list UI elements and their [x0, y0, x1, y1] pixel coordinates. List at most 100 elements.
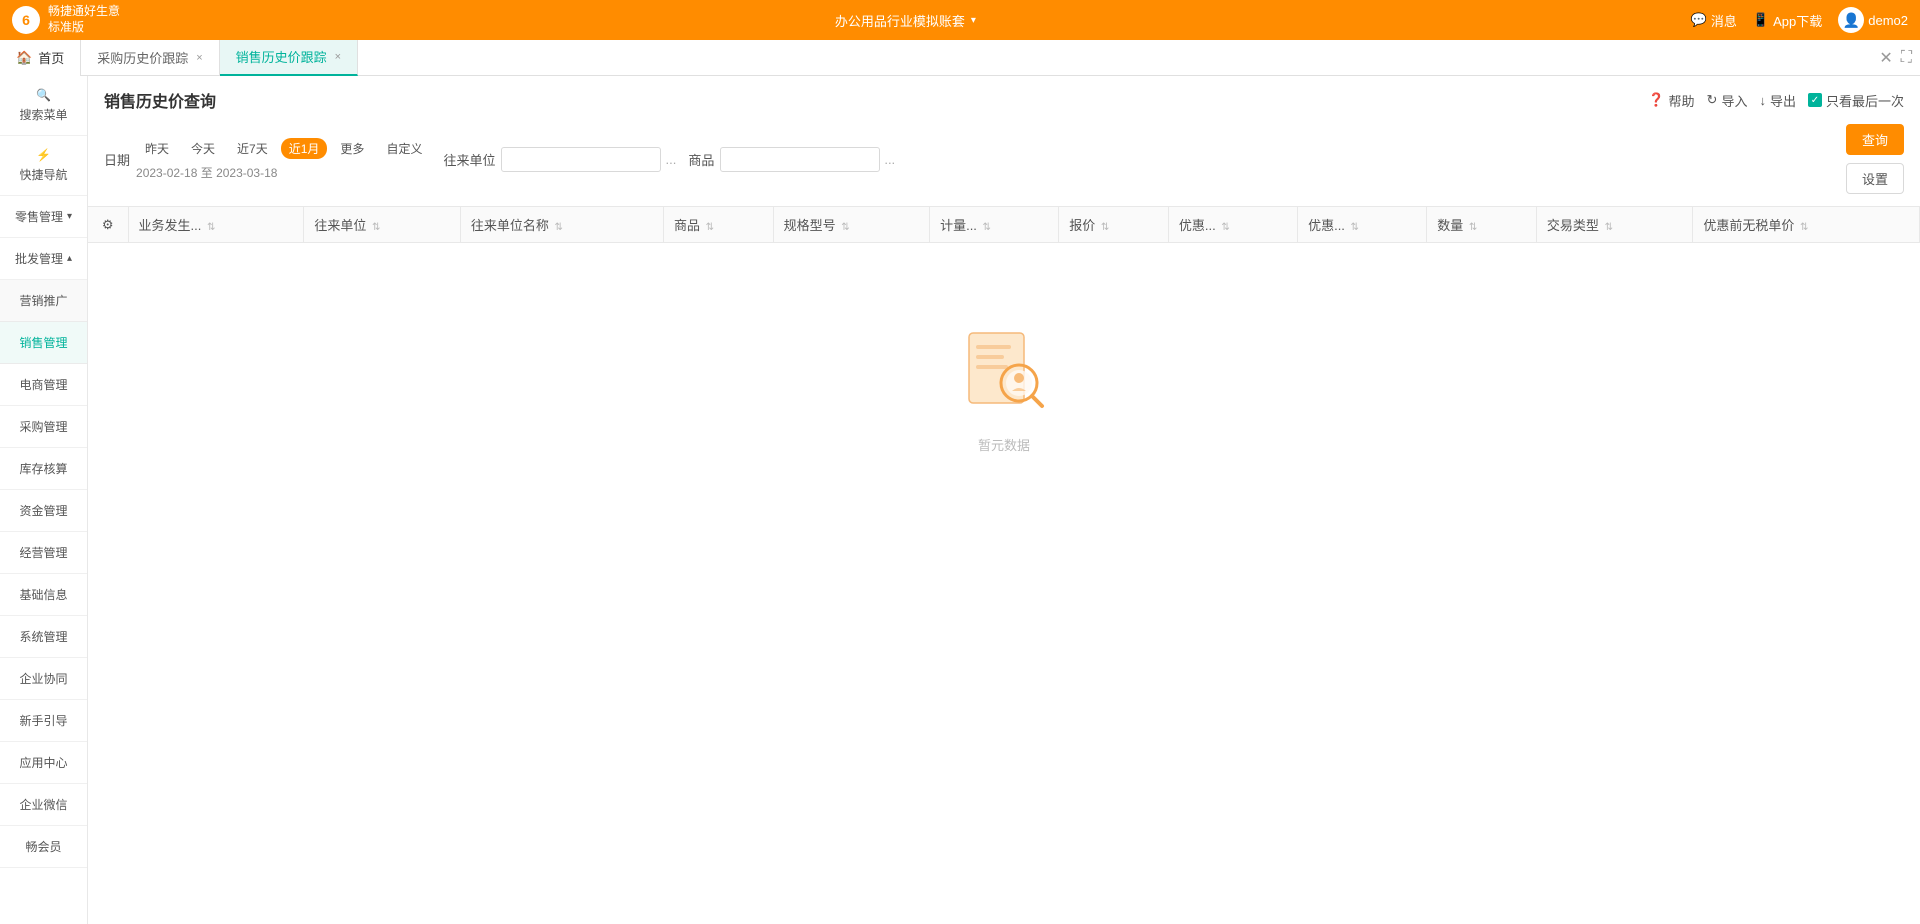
sort-arrows-spec: ⇅ [841, 222, 849, 233]
th-goods[interactable]: 商品 ⇅ [663, 207, 773, 243]
logo-icon: 6 [12, 6, 40, 34]
date-btn-1month[interactable]: 近1月 [281, 138, 328, 159]
home-icon: 🏠 [16, 50, 32, 66]
page-title: 销售历史价查询 [104, 88, 216, 112]
sort-arrows-price: ⇅ [1101, 222, 1109, 233]
sidebar-item-retail-mgmt[interactable]: 零售管理 ▾ [0, 196, 87, 238]
export-btn[interactable]: ↓ 导出 [1759, 91, 1796, 110]
table-header: ⚙ 业务发生... ⇅ 往来单位 ⇅ 往来单位名称 ⇅ [88, 207, 1920, 243]
th-discount1[interactable]: 优惠... ⇅ [1168, 207, 1297, 243]
th-discount2[interactable]: 优惠... ⇅ [1298, 207, 1427, 243]
th-biz-date[interactable]: 业务发生... ⇅ [128, 207, 304, 243]
download-icon: 📱 [1753, 12, 1769, 28]
th-counterpart[interactable]: 往来单位 ⇅ [304, 207, 460, 243]
sidebar: 🔍 搜索菜单 ⚡ 快捷导航 零售管理 ▾ 批发管理 ▴ 营销推广 销售管理 电商… [0, 76, 88, 924]
date-btn-yesterday[interactable]: 昨天 [136, 137, 178, 160]
topbar: 6 畅捷通好生意 标准版 办公用品行业模拟账套 ▾ 💬 消息 📱 App下载 👤… [0, 0, 1920, 40]
th-price[interactable]: 报价 ⇅ [1059, 207, 1169, 243]
tabbar-actions: ✕ ⛶ [1879, 48, 1920, 68]
sidebar-item-purchase-mgmt[interactable]: 采购管理 [0, 406, 87, 448]
sidebar-item-app-center[interactable]: 应用中心 [0, 742, 87, 784]
help-btn[interactable]: ❓ 帮助 [1648, 91, 1694, 110]
maximize-btn[interactable]: ⛶ [1901, 49, 1912, 67]
message-btn[interactable]: 💬 消息 [1691, 11, 1737, 30]
empty-text: 暂元数据 [978, 435, 1030, 454]
tab-sales-history[interactable]: 销售历史价跟踪 × [220, 40, 358, 76]
topbar-center: 办公用品行业模拟账套 ▾ [835, 11, 976, 30]
th-trade-type[interactable]: 交易类型 ⇅ [1536, 207, 1692, 243]
date-btn-today[interactable]: 今天 [182, 137, 224, 160]
goods-input[interactable] [720, 147, 880, 172]
th-spec[interactable]: 规格型号 ⇅ [773, 207, 929, 243]
date-btn-7days[interactable]: 近7天 [228, 137, 277, 160]
date-btn-custom[interactable]: 自定义 [377, 137, 431, 160]
checkbox-icon: ✓ [1808, 93, 1822, 107]
sidebar-item-search-menu[interactable]: 🔍 搜索菜单 [0, 76, 87, 136]
query-btn[interactable]: 查询 [1846, 124, 1904, 155]
topbar-right: 💬 消息 📱 App下载 👤 demo2 [1691, 7, 1908, 33]
sidebar-item-quick-nav[interactable]: ⚡ 快捷导航 [0, 136, 87, 196]
topbar-left: 6 畅捷通好生意 标准版 [12, 4, 120, 35]
app-title: 办公用品行业模拟账套 [835, 11, 965, 30]
sort-arrows-counterpart: ⇅ [372, 222, 380, 233]
close-sales-history-tab[interactable]: × [335, 51, 341, 63]
logo-text: 畅捷通好生意 标准版 [48, 4, 120, 35]
message-icon: 💬 [1691, 12, 1707, 28]
th-gear[interactable]: ⚙ [88, 207, 128, 243]
tab-home[interactable]: 🏠 首页 [0, 40, 81, 76]
empty-icon [954, 323, 1054, 423]
sort-arrows-biz-date: ⇅ [207, 222, 215, 233]
filter-row: 日期 昨天 今天 近7天 近1月 更多 自定义 2023-02-18 至 202… [104, 124, 1904, 206]
retail-mgmt-arrow: ▾ [67, 211, 72, 222]
counterpart-dots-btn[interactable]: ... [665, 152, 676, 167]
sidebar-item-marketing[interactable]: 营销推广 [0, 280, 87, 322]
th-counterpart-name[interactable]: 往来单位名称 ⇅ [460, 207, 663, 243]
quick-nav-icon: ⚡ [36, 148, 51, 162]
user-menu[interactable]: 👤 demo2 [1838, 7, 1908, 33]
date-btn-more[interactable]: 更多 [331, 137, 373, 160]
only-last-checkbox[interactable]: ✓ 只看最后一次 [1808, 91, 1904, 110]
sort-arrows-goods: ⇅ [706, 222, 714, 233]
sort-arrows-qty: ⇅ [1469, 222, 1477, 233]
app-title-dropdown-icon[interactable]: ▾ [971, 15, 976, 26]
sidebar-item-enterprise-wechat[interactable]: 企业微信 [0, 784, 87, 826]
help-icon: ❓ [1648, 92, 1664, 108]
goods-input-group: ... [720, 147, 895, 172]
tabbar: 🏠 首页 采购历史价跟踪 × 销售历史价跟踪 × ✕ ⛶ [0, 40, 1920, 76]
sidebar-item-wholesale-mgmt[interactable]: 批发管理 ▴ [0, 238, 87, 280]
counterpart-label: 往来单位 [443, 150, 495, 169]
page-header-actions: ❓ 帮助 ↻ 导入 ↓ 导出 ✓ 只看最后一次 [1648, 91, 1904, 110]
sort-arrows-unit: ⇅ [983, 222, 991, 233]
sidebar-item-inventory[interactable]: 库存核算 [0, 448, 87, 490]
counterpart-input[interactable] [501, 147, 661, 172]
th-pre-tax-price[interactable]: 优惠前无税单价 ⇅ [1693, 207, 1920, 243]
sidebar-item-enterprise-collab[interactable]: 企业协同 [0, 658, 87, 700]
sort-arrows-discount1: ⇅ [1221, 222, 1229, 233]
tab-purchase-history[interactable]: 采购历史价跟踪 × [81, 40, 219, 76]
settings-btn[interactable]: 设置 [1846, 163, 1904, 194]
sidebar-item-basic-info[interactable]: 基础信息 [0, 574, 87, 616]
sidebar-item-sales-mgmt[interactable]: 销售管理 [0, 322, 87, 364]
goods-dots-btn[interactable]: ... [884, 152, 895, 167]
content-area: 销售历史价查询 ❓ 帮助 ↻ 导入 ↓ 导出 ✓ [88, 76, 1920, 924]
date-filter: 日期 昨天 今天 近7天 近1月 更多 自定义 2023-02-18 至 202… [104, 137, 431, 181]
sidebar-item-ecommerce-mgmt[interactable]: 电商管理 [0, 364, 87, 406]
counterpart-input-group: ... [501, 147, 676, 172]
close-all-tabs-btn[interactable]: ✕ [1879, 48, 1892, 68]
th-qty[interactable]: 数量 ⇅ [1427, 207, 1537, 243]
app-download-btn[interactable]: 📱 App下载 [1753, 11, 1822, 30]
th-unit[interactable]: 计量... ⇅ [930, 207, 1059, 243]
page-header: 销售历史价查询 ❓ 帮助 ↻ 导入 ↓ 导出 ✓ [88, 76, 1920, 207]
main-layout: 🔍 搜索菜单 ⚡ 快捷导航 零售管理 ▾ 批发管理 ▴ 营销推广 销售管理 电商… [0, 76, 1920, 924]
sort-arrows-trade-type: ⇅ [1605, 222, 1613, 233]
import-btn[interactable]: ↻ 导入 [1707, 91, 1748, 110]
close-purchase-history-tab[interactable]: × [196, 52, 202, 64]
sort-arrows-pre-tax-price: ⇅ [1800, 222, 1808, 233]
sidebar-item-ops-mgmt[interactable]: 经营管理 [0, 532, 87, 574]
sidebar-item-member[interactable]: 畅会员 [0, 826, 87, 868]
date-range: 2023-02-18 至 2023-03-18 [136, 164, 431, 181]
wholesale-mgmt-arrow: ▴ [67, 253, 72, 264]
sidebar-item-finance-mgmt[interactable]: 资金管理 [0, 490, 87, 532]
sidebar-item-newcomer-guide[interactable]: 新手引导 [0, 700, 87, 742]
sidebar-item-system-mgmt[interactable]: 系统管理 [0, 616, 87, 658]
